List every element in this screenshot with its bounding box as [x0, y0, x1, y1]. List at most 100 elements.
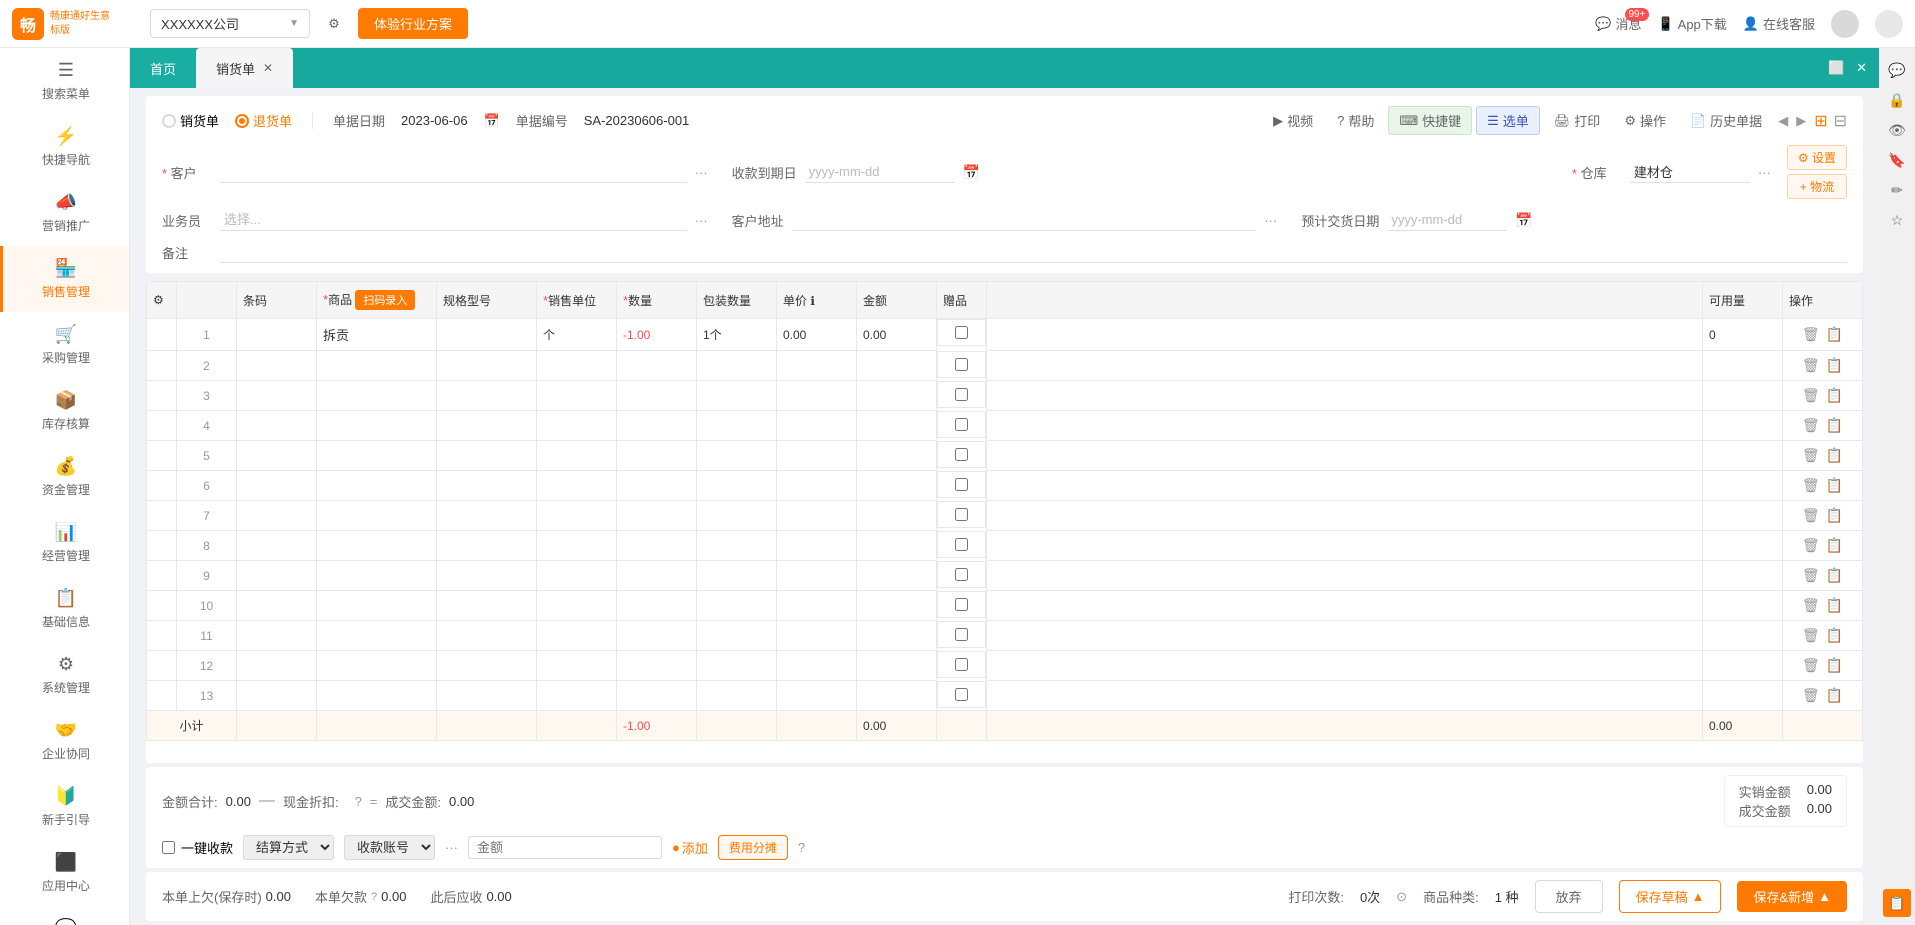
sidebar-item-purchase[interactable]: 🛒 采购管理 — [0, 312, 129, 378]
sidebar-item-operations[interactable]: 📊 经营管理 — [0, 510, 129, 576]
row-spec-cell[interactable] — [437, 651, 537, 681]
settings-panel-btn[interactable]: ⚙ 设置 — [1787, 145, 1847, 170]
save-new-button[interactable]: 保存&新增 ▲ — [1737, 881, 1847, 912]
delete-icon[interactable]: 🗑 — [1802, 657, 1820, 674]
product-input[interactable] — [323, 419, 430, 433]
row-spec-cell[interactable] — [437, 591, 537, 621]
account-select[interactable]: 收款账号 — [344, 835, 435, 860]
gift-checkbox[interactable] — [955, 508, 968, 521]
tab-sales-order[interactable]: 销货单 ✕ — [196, 48, 293, 88]
barcode-input[interactable] — [243, 419, 310, 433]
row-qty-cell[interactable] — [617, 591, 697, 621]
gift-checkbox[interactable] — [955, 598, 968, 611]
spec-input[interactable] — [443, 599, 530, 613]
row-gift-cell[interactable] — [937, 621, 986, 648]
product-input[interactable] — [323, 599, 430, 613]
product-input[interactable] — [323, 569, 430, 583]
product-input[interactable] — [323, 479, 430, 493]
warehouse-input[interactable] — [1630, 161, 1750, 183]
delete-icon[interactable]: 🗑 — [1802, 567, 1820, 584]
barcode-input[interactable] — [243, 328, 310, 342]
barcode-input[interactable] — [243, 359, 310, 373]
messages-btn[interactable]: 💬 消息 99+ — [1595, 14, 1641, 33]
delete-icon[interactable]: 🗑 — [1802, 627, 1820, 644]
row-spec-cell[interactable] — [437, 531, 537, 561]
row-unit-price-cell[interactable] — [777, 591, 857, 621]
spec-input[interactable] — [443, 389, 530, 403]
rp-star-btn[interactable]: ☆ — [1883, 206, 1911, 234]
copy-icon[interactable]: 📋 — [1826, 477, 1843, 494]
shortcut-btn[interactable]: ⌨ 快捷键 — [1388, 106, 1472, 135]
delete-icon[interactable]: 🗑 — [1802, 687, 1820, 704]
sidebar-item-system[interactable]: ⚙ 系统管理 — [0, 642, 129, 708]
spec-input[interactable] — [443, 328, 530, 342]
spec-input[interactable] — [443, 569, 530, 583]
history-btn[interactable]: 📄 历史单据 — [1680, 107, 1772, 134]
row-qty-cell[interactable] — [617, 471, 697, 501]
row-product-cell[interactable] — [317, 501, 437, 531]
warehouse-dots[interactable]: ··· — [1758, 165, 1771, 180]
sidebar-item-appcenter[interactable]: ⬛ 应用中心 — [0, 840, 129, 906]
row-qty-cell[interactable] — [617, 501, 697, 531]
account-dots[interactable]: ··· — [445, 840, 458, 855]
copy-icon[interactable]: 📋 — [1826, 627, 1843, 644]
row-barcode-cell[interactable] — [237, 381, 317, 411]
app-download-btn[interactable]: 📱 App下载 — [1657, 14, 1726, 33]
customer-address-input[interactable] — [792, 209, 1257, 231]
spec-input[interactable] — [443, 479, 530, 493]
copy-icon[interactable]: 📋 — [1826, 657, 1843, 674]
row-product-cell[interactable] — [317, 681, 437, 711]
row-barcode-cell[interactable] — [237, 441, 317, 471]
row-gift-cell[interactable] — [937, 591, 986, 618]
rp-bookmark-btn[interactable]: 🔖 — [1883, 146, 1911, 174]
copy-icon[interactable]: 📋 — [1826, 687, 1843, 704]
settings-icon[interactable]: ⚙ — [318, 8, 350, 40]
row-spec-cell[interactable] — [437, 411, 537, 441]
question-icon[interactable]: ? — [355, 794, 362, 809]
row-barcode-cell[interactable] — [237, 651, 317, 681]
row-unit-price-cell[interactable]: 0.00 — [777, 319, 857, 351]
row-product-cell[interactable] — [317, 531, 437, 561]
select-btn[interactable]: ☰ 选单 — [1476, 106, 1540, 135]
copy-icon[interactable]: 📋 — [1826, 597, 1843, 614]
company-selector[interactable]: XXXXXX公司 ▼ — [150, 9, 310, 38]
row-spec-cell[interactable] — [437, 319, 537, 351]
delete-icon[interactable]: 🗑 — [1802, 507, 1820, 524]
row-gift-cell[interactable] — [937, 411, 986, 438]
row-gift-cell[interactable] — [937, 501, 986, 528]
row-spec-cell[interactable] — [437, 681, 537, 711]
spec-input[interactable] — [443, 539, 530, 553]
row-barcode-cell[interactable] — [237, 351, 317, 381]
sidebar-item-finance[interactable]: 💰 资金管理 — [0, 444, 129, 510]
row-product-cell[interactable] — [317, 651, 437, 681]
online-service-btn[interactable]: 👤 在线客服 — [1743, 14, 1815, 33]
rp-lock-btn[interactable]: 🔒 — [1883, 86, 1911, 114]
barcode-input[interactable] — [243, 599, 310, 613]
delivery-calendar-icon[interactable]: 📅 — [1515, 212, 1532, 229]
product-input[interactable] — [323, 449, 430, 463]
discard-button[interactable]: 放弃 — [1535, 880, 1603, 913]
row-qty-cell[interactable] — [617, 411, 697, 441]
row-unit-price-cell[interactable] — [777, 351, 857, 381]
row-product-cell[interactable] — [317, 621, 437, 651]
row-spec-cell[interactable] — [437, 381, 537, 411]
spec-input[interactable] — [443, 689, 530, 703]
sidebar-item-wechat[interactable]: 💬 企业微信 — [0, 906, 129, 925]
row-gift-cell[interactable] — [937, 441, 986, 468]
row-unit-price-cell[interactable] — [777, 381, 857, 411]
gift-checkbox[interactable] — [955, 326, 968, 339]
payment-due-input[interactable] — [805, 161, 955, 183]
sidebar-item-marketing[interactable]: 📣 营销推广 — [0, 180, 129, 246]
delete-icon[interactable]: 🗑 — [1802, 357, 1820, 374]
sidebar-item-collab[interactable]: 🤝 企业协同 — [0, 708, 129, 774]
gift-checkbox[interactable] — [955, 538, 968, 551]
barcode-input[interactable] — [243, 539, 310, 553]
delivery-date-input[interactable] — [1387, 209, 1507, 231]
row-qty-cell[interactable] — [617, 681, 697, 711]
logistics-btn[interactable]: + 物流 — [1787, 174, 1847, 199]
row-barcode-cell[interactable] — [237, 411, 317, 441]
radio-return[interactable]: 退货单 — [235, 111, 292, 130]
row-gift-cell[interactable] — [937, 319, 986, 346]
row-product-cell[interactable] — [317, 381, 437, 411]
row-spec-cell[interactable] — [437, 501, 537, 531]
